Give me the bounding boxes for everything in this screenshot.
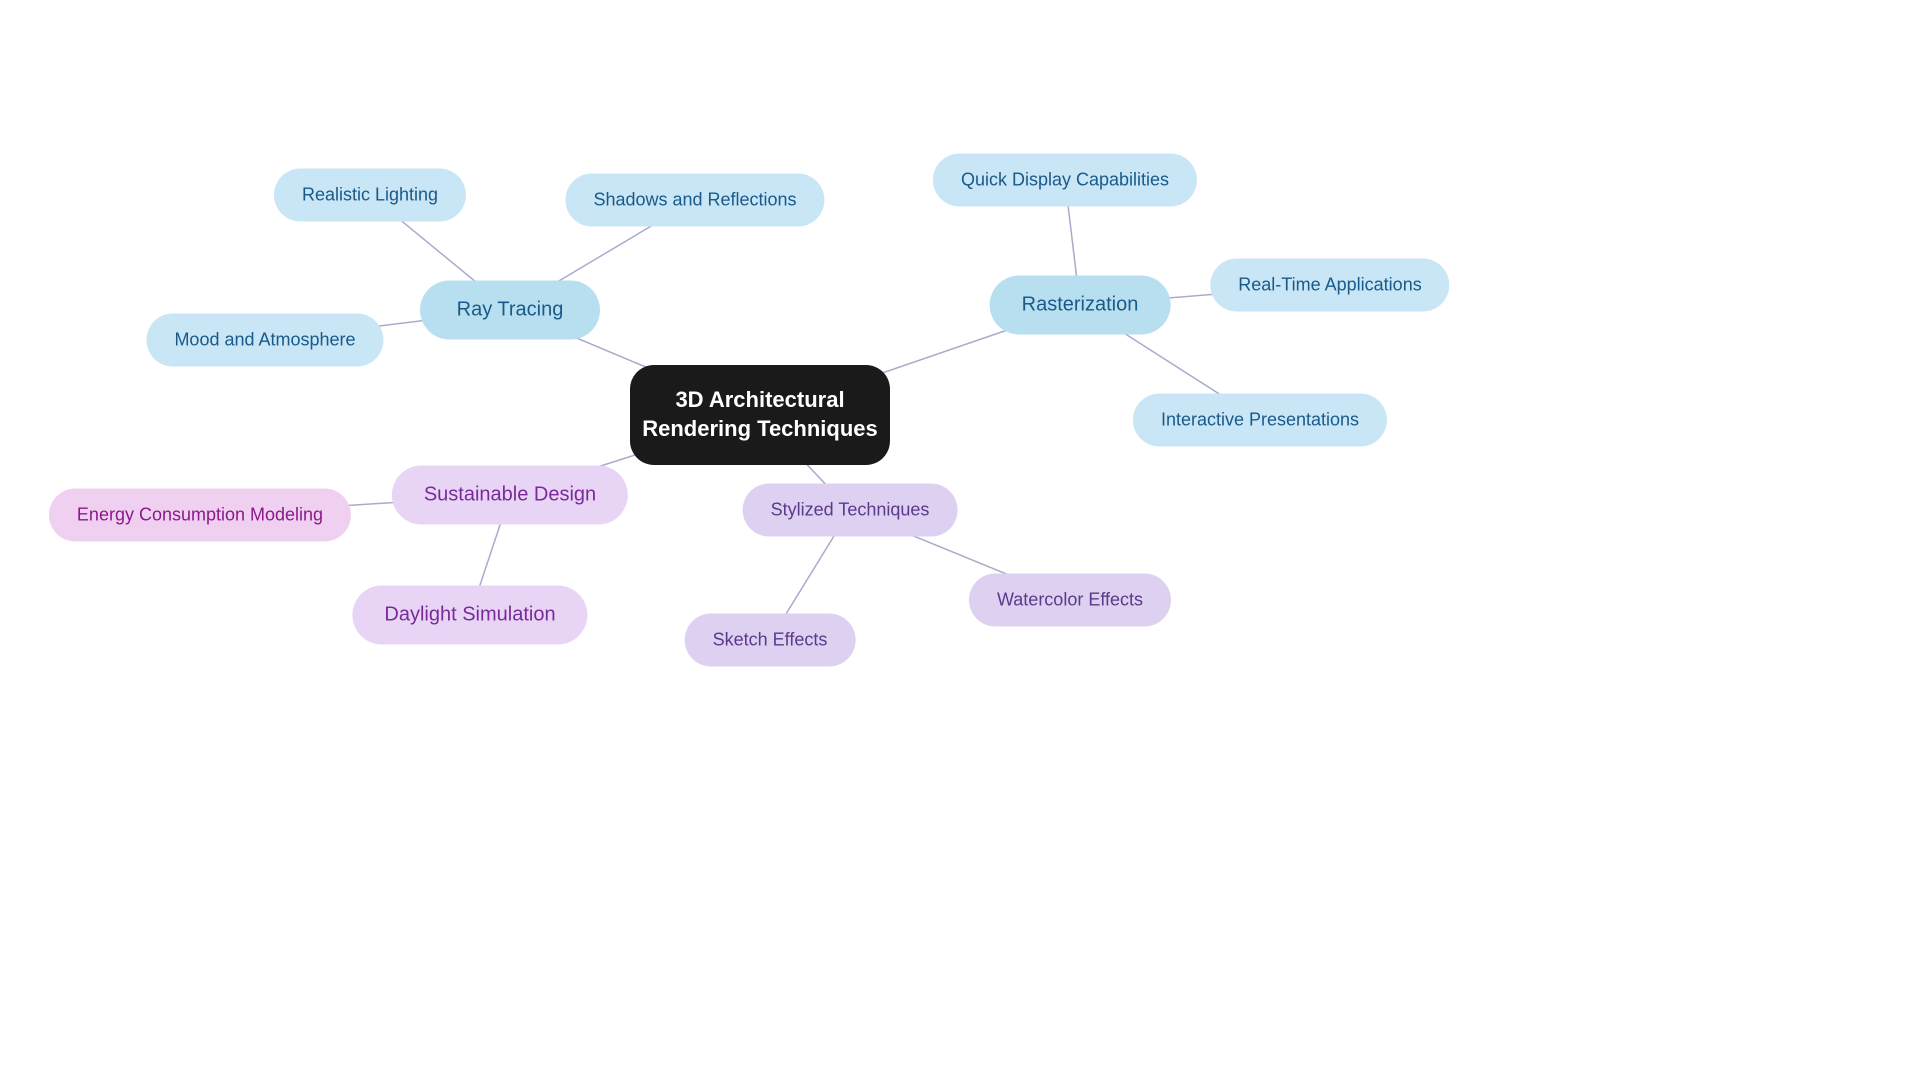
quick-display-node: Quick Display Capabilities xyxy=(933,154,1197,207)
center-node: 3D Architectural Rendering Techniques xyxy=(630,365,890,465)
real-time-apps-node: Real-Time Applications xyxy=(1210,259,1449,312)
sketch-effects-node: Sketch Effects xyxy=(685,614,856,667)
sustainable-design-node: Sustainable Design xyxy=(392,466,628,525)
mood-atmosphere-node: Mood and Atmosphere xyxy=(146,314,383,367)
ray-tracing-node: Ray Tracing xyxy=(420,281,600,340)
realistic-lighting-node: Realistic Lighting xyxy=(274,169,466,222)
stylized-techniques-node: Stylized Techniques xyxy=(743,484,958,537)
energy-consumption-node: Energy Consumption Modeling xyxy=(49,489,351,542)
rasterization-node: Rasterization xyxy=(990,276,1171,335)
shadows-reflections-node: Shadows and Reflections xyxy=(565,174,824,227)
daylight-simulation-node: Daylight Simulation xyxy=(352,586,587,645)
mindmap-canvas: 3D Architectural Rendering Techniques Ray… xyxy=(0,0,1920,1083)
watercolor-effects-node: Watercolor Effects xyxy=(969,574,1171,627)
interactive-presentations-node: Interactive Presentations xyxy=(1133,394,1387,447)
